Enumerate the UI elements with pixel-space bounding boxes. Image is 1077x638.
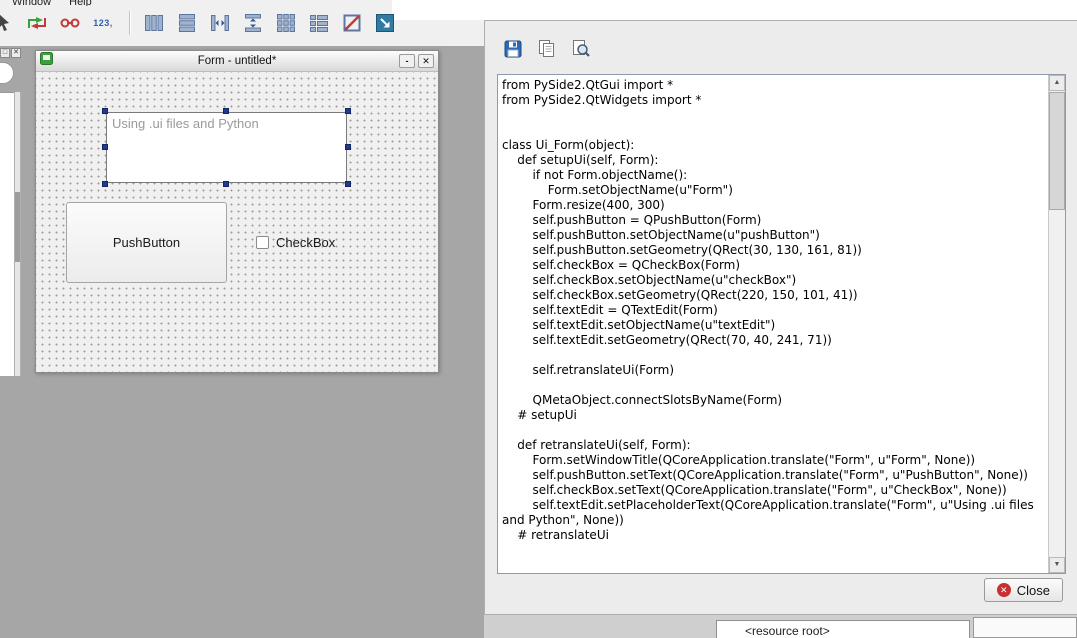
selection-handle-top-right[interactable]: [345, 108, 351, 114]
form-canvas[interactable]: PushButton CheckBox: [36, 72, 438, 372]
edit-widgets-icon[interactable]: [0, 10, 16, 36]
find-icon[interactable]: [569, 37, 593, 61]
form-editor-window: Form - untitled* - ✕ PushButton: [35, 50, 439, 373]
widget-filter-input[interactable]: [0, 62, 14, 84]
form-window-titlebar[interactable]: Form - untitled* - ✕: [36, 51, 438, 72]
code-dialog-toolbar: [501, 37, 593, 61]
selection-handle-bottom-left[interactable]: [102, 181, 108, 187]
minimize-button[interactable]: -: [399, 54, 415, 68]
dock-scrollbar-thumb[interactable]: [15, 192, 20, 262]
widget-box-dock: □ ✕: [0, 46, 21, 376]
pushbutton-label: PushButton: [113, 235, 180, 250]
copy-icon[interactable]: [535, 37, 559, 61]
checkbox-indicator[interactable]: [256, 236, 269, 249]
menu-help[interactable]: Help: [69, 0, 92, 6]
code-scrollbar-thumb[interactable]: [1049, 92, 1065, 210]
textedit-input[interactable]: [106, 112, 347, 183]
layout-horizontal-splitter-icon[interactable]: [208, 10, 232, 36]
save-icon[interactable]: [501, 37, 525, 61]
form-window-icon: [40, 52, 53, 70]
adjust-size-icon[interactable]: [373, 10, 397, 36]
selection-handle-right[interactable]: [345, 144, 351, 150]
dock-scrollbar[interactable]: [14, 92, 21, 376]
close-button[interactable]: ✕ Close: [984, 578, 1063, 602]
layout-horizontal-icon[interactable]: [142, 10, 166, 36]
edit-tab-order-icon[interactable]: 123,: [91, 10, 115, 36]
menu-window[interactable]: Window: [12, 0, 51, 6]
selection-handle-top-left[interactable]: [102, 108, 108, 114]
dock-float-icon[interactable]: □: [0, 48, 10, 58]
close-red-icon: ✕: [997, 583, 1011, 597]
dock-close-icon[interactable]: ✕: [11, 48, 21, 58]
edit-buddies-icon[interactable]: [58, 10, 82, 36]
scroll-up-icon[interactable]: ▲: [1049, 75, 1065, 91]
view-code-dialog: from PySide2.QtGui import * from PySide2…: [484, 20, 1077, 615]
layout-form-icon[interactable]: [307, 10, 331, 36]
checkbox-widget[interactable]: CheckBox: [256, 222, 357, 263]
resource-root-label: <resource root>: [745, 624, 830, 638]
checkbox-label: CheckBox: [276, 235, 335, 250]
toolbar-separator: [129, 11, 131, 35]
layout-vertical-icon[interactable]: [175, 10, 199, 36]
layout-vertical-splitter-icon[interactable]: [241, 10, 265, 36]
scroll-down-icon[interactable]: ▼: [1049, 557, 1065, 573]
menubar: Window Help: [12, 0, 110, 6]
form-window-title: Form - untitled*: [36, 55, 438, 67]
pushbutton-widget[interactable]: PushButton: [66, 202, 227, 283]
edit-signals-slots-icon[interactable]: [25, 10, 49, 36]
bottom-right-panel: [973, 617, 1077, 638]
selection-handle-top[interactable]: [223, 108, 229, 114]
break-layout-icon[interactable]: [340, 10, 364, 36]
close-button-label: Close: [1017, 583, 1050, 598]
designer-toolbar: 123,: [0, 9, 406, 37]
selection-handle-bottom[interactable]: [223, 181, 229, 187]
generated-code-text: from PySide2.QtGui import * from PySide2…: [498, 75, 1048, 573]
code-scrollbar[interactable]: ▲ ▼: [1048, 75, 1065, 573]
top-white-area: [392, 0, 1077, 20]
resource-browser[interactable]: <resource root>: [716, 620, 970, 638]
selection-handle-left[interactable]: [102, 144, 108, 150]
widget-box-list[interactable]: [0, 92, 14, 376]
textedit-widget[interactable]: [106, 112, 347, 183]
close-window-button[interactable]: ✕: [418, 54, 434, 68]
layout-grid-icon[interactable]: [274, 10, 298, 36]
qt-designer-screen: Window Help 123,: [0, 0, 1077, 638]
code-view[interactable]: from PySide2.QtGui import * from PySide2…: [497, 74, 1066, 574]
selection-handle-bottom-right[interactable]: [345, 181, 351, 187]
